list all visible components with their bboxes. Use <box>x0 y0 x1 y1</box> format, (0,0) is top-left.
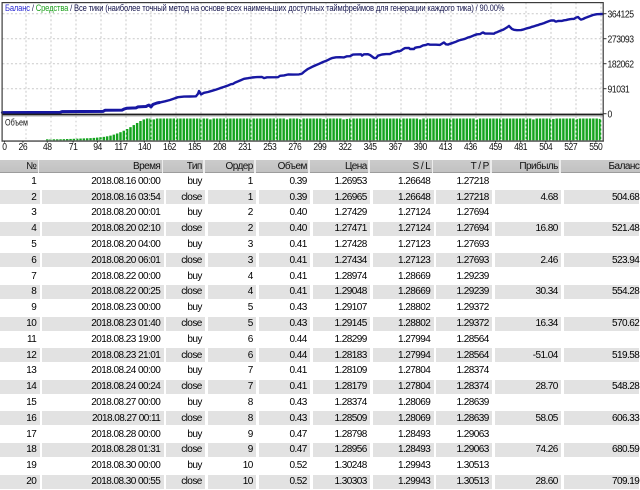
svg-text:367: 367 <box>389 142 402 153</box>
svg-text:364125: 364125 <box>608 10 635 21</box>
svg-text:0: 0 <box>2 142 7 153</box>
svg-text:550: 550 <box>589 142 603 153</box>
svg-text:Объем: Объем <box>5 117 28 128</box>
svg-text:527: 527 <box>564 142 577 153</box>
svg-text:231: 231 <box>238 142 251 153</box>
svg-text:253: 253 <box>263 142 277 153</box>
svg-text:117: 117 <box>114 142 127 153</box>
svg-text:26: 26 <box>19 142 29 153</box>
svg-text:276: 276 <box>288 142 302 153</box>
svg-text:48: 48 <box>43 142 53 153</box>
svg-text:208: 208 <box>213 142 227 153</box>
svg-text:185: 185 <box>188 142 202 153</box>
svg-text:182062: 182062 <box>608 60 634 71</box>
svg-text:481: 481 <box>514 142 527 153</box>
svg-text:0: 0 <box>608 110 613 121</box>
svg-text:390: 390 <box>414 142 428 153</box>
svg-text:459: 459 <box>489 142 502 153</box>
svg-text:94: 94 <box>93 142 103 153</box>
svg-text:162: 162 <box>163 142 176 153</box>
svg-text:140: 140 <box>138 142 152 153</box>
svg-text:345: 345 <box>364 142 378 153</box>
svg-text:299: 299 <box>313 142 326 153</box>
svg-text:71: 71 <box>69 142 78 153</box>
svg-text:436: 436 <box>464 142 478 153</box>
svg-text:504: 504 <box>539 142 553 153</box>
svg-text:322: 322 <box>339 142 352 153</box>
svg-text:273093: 273093 <box>608 35 635 46</box>
svg-text:91031: 91031 <box>608 85 630 96</box>
svg-text:413: 413 <box>439 142 453 153</box>
